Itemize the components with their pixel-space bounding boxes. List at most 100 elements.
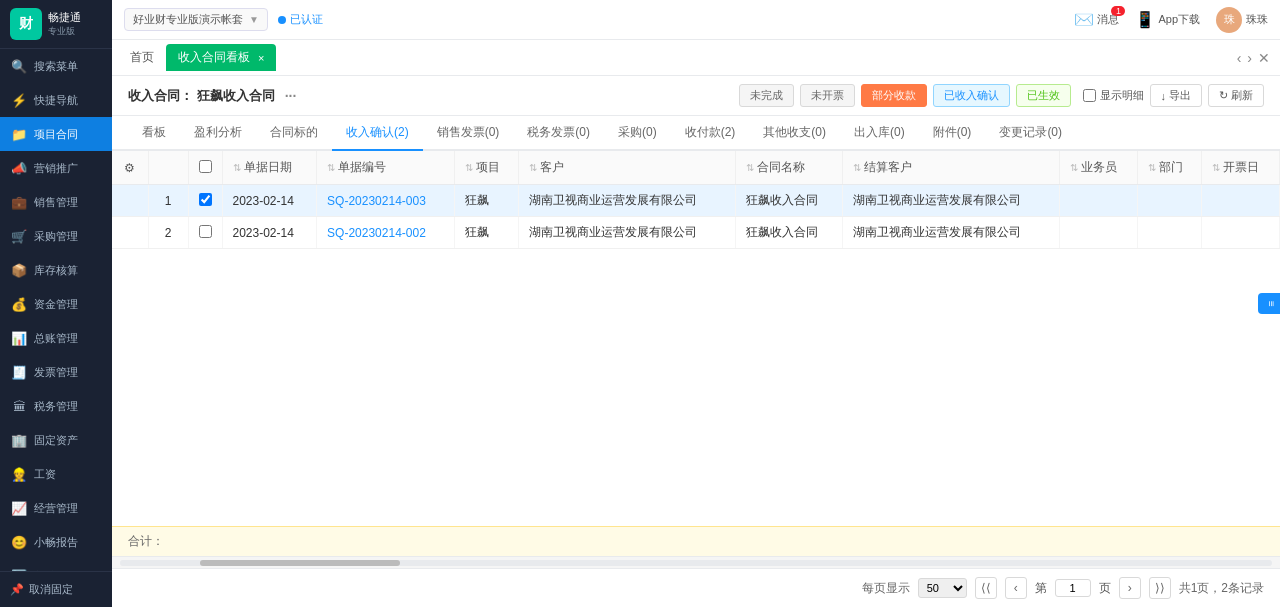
refresh-btn[interactable]: ↻ 刷新 <box>1208 84 1264 107</box>
settings-gear-icon[interactable]: ⚙ <box>122 161 138 175</box>
sidebar-item-9[interactable]: 🧾发票管理 <box>0 355 112 389</box>
status-btn-weiwancheng[interactable]: 未完成 <box>739 84 794 107</box>
sidebar-item-4[interactable]: 💼销售管理 <box>0 185 112 219</box>
page-input[interactable] <box>1055 579 1091 597</box>
more-btn[interactable]: ··· <box>285 88 297 104</box>
th-contract[interactable]: ⇅合同名称 <box>735 151 842 185</box>
tab-close-all-btn[interactable]: ✕ <box>1258 50 1270 66</box>
sidebar-item-14[interactable]: 😊小畅报告 <box>0 525 112 559</box>
sidebar-item-2[interactable]: 📁 项目合同 <box>0 117 112 151</box>
subtab-9[interactable]: 出入库(0) <box>840 116 919 151</box>
sidebar-item-7[interactable]: 💰资金管理 <box>0 287 112 321</box>
prev-page-btn[interactable]: ‹ <box>1005 577 1027 599</box>
row-number-1[interactable]: SQ-20230214-002 <box>317 217 454 249</box>
sidebar-item-label-11: 固定资产 <box>34 433 78 448</box>
sidebar-item-0[interactable]: 🔍搜索菜单 <box>0 49 112 83</box>
status-btn-weikpiao[interactable]: 未开票 <box>800 84 855 107</box>
footer-label: 合计： <box>128 533 164 550</box>
subtab-8[interactable]: 其他收支(0) <box>749 116 840 151</box>
show-detail-toggle[interactable]: 显示明细 <box>1083 88 1144 103</box>
sidebar-item-13[interactable]: 📈经营管理 <box>0 491 112 525</box>
status-btn-bufen-shoukuan[interactable]: 部分收款 <box>861 84 927 107</box>
row-contract-0: 狂飙收入合同 <box>735 185 842 217</box>
message-action[interactable]: ✉️ 消息 1 <box>1074 10 1119 29</box>
message-badge: 1 <box>1111 6 1125 16</box>
tab-prev-btn[interactable]: ‹ <box>1237 50 1242 66</box>
row-number-0[interactable]: SQ-20230214-003 <box>317 185 454 217</box>
status-btn-yishengxiao[interactable]: 已生效 <box>1016 84 1071 107</box>
active-tab[interactable]: 收入合同看板 × <box>166 44 276 71</box>
refresh-icon: ↻ <box>1219 89 1228 102</box>
subtab-5[interactable]: 税务发票(0) <box>513 116 604 151</box>
sidebar-item-5[interactable]: 🛒采购管理 <box>0 219 112 253</box>
sidebar-item-icon-2: 📁 <box>10 125 28 143</box>
page-title-prefix: 收入合同： <box>128 88 193 103</box>
user-avatar: 珠 <box>1216 7 1242 33</box>
row-number-link-0[interactable]: SQ-20230214-003 <box>327 194 426 208</box>
table-row[interactable]: 1 2023-02-14 SQ-20230214-003 狂飙 湖南卫视商业运营… <box>112 185 1280 217</box>
subtab-2[interactable]: 合同标的 <box>256 116 332 151</box>
row-checkbox-1[interactable] <box>188 217 222 249</box>
app-download-label: App下载 <box>1158 12 1200 27</box>
last-page-btn[interactable]: ⟩⟩ <box>1149 577 1171 599</box>
show-detail-checkbox[interactable] <box>1083 89 1096 102</box>
th-project[interactable]: ⇅项目 <box>454 151 518 185</box>
sidebar-item-label-1: 快捷导航 <box>34 93 78 108</box>
th-salesperson[interactable]: ⇅业务员 <box>1059 151 1137 185</box>
select-all-checkbox[interactable] <box>199 160 212 173</box>
sidebar-item-1[interactable]: ⚡快捷导航 <box>0 83 112 117</box>
sidebar-item-8[interactable]: 📊总账管理 <box>0 321 112 355</box>
subtab-11[interactable]: 变更记录(0) <box>985 116 1076 151</box>
sidebar-footer-item[interactable]: 📌 取消固定 <box>10 578 102 601</box>
subtab-1[interactable]: 盈利分析 <box>180 116 256 151</box>
th-checkbox[interactable] <box>188 151 222 185</box>
table-row[interactable]: 2 2023-02-14 SQ-20230214-002 狂飙 湖南卫视商业运营… <box>112 217 1280 249</box>
right-panel-icon[interactable]: ≡ <box>1258 293 1280 315</box>
company-select[interactable]: 好业财专业版演示帐套 ▼ <box>124 8 268 31</box>
page-label: 第 <box>1035 580 1047 597</box>
sidebar-footer[interactable]: 📌 取消固定 <box>0 571 112 607</box>
row-department-1 <box>1137 217 1201 249</box>
row-checkbox-0[interactable] <box>188 185 222 217</box>
row-number-link-1[interactable]: SQ-20230214-002 <box>327 226 426 240</box>
first-page-btn[interactable]: ⟨⟨ <box>975 577 997 599</box>
sidebar-item-11[interactable]: 🏢固定资产 <box>0 423 112 457</box>
home-tab[interactable]: 首页 <box>122 49 162 66</box>
sidebar-item-label-2: 项目合同 <box>34 127 78 142</box>
subtab-3[interactable]: 收入确认(2) <box>332 116 423 151</box>
subtab-0[interactable]: 看板 <box>128 116 180 151</box>
app-download-action[interactable]: 📱 App下载 <box>1135 10 1200 29</box>
subtab-6[interactable]: 采购(0) <box>604 116 671 151</box>
th-bill-date[interactable]: ⇅开票日 <box>1201 151 1279 185</box>
horizontal-scrollbar[interactable] <box>112 556 1280 568</box>
sidebar-footer-label: 取消固定 <box>29 582 73 597</box>
export-btn[interactable]: ↓ 导出 <box>1150 84 1203 107</box>
sidebar-item-6[interactable]: 📦库存核算 <box>0 253 112 287</box>
sidebar-item-3[interactable]: 📣营销推广 <box>0 151 112 185</box>
user-menu[interactable]: 珠 珠珠 <box>1216 7 1268 33</box>
sidebar-item-10[interactable]: 🏛税务管理 <box>0 389 112 423</box>
th-number[interactable]: ⇅单据编号 <box>317 151 454 185</box>
th-index <box>148 151 188 185</box>
subtab-7[interactable]: 收付款(2) <box>671 116 750 151</box>
tab-next-btn[interactable]: › <box>1247 50 1252 66</box>
th-date[interactable]: ⇅单据日期 <box>222 151 317 185</box>
tab-close-btn[interactable]: × <box>258 52 264 64</box>
th-department[interactable]: ⇅部门 <box>1137 151 1201 185</box>
subtab-10[interactable]: 附件(0) <box>919 116 986 151</box>
th-end-customer[interactable]: ⇅结算客户 <box>842 151 1059 185</box>
page-status-buttons: 未完成 未开票 部分收款 已收入确认 已生效 <box>739 84 1071 107</box>
sidebar-item-label-14: 小畅报告 <box>34 535 78 550</box>
th-settings[interactable]: ⚙ <box>112 151 148 185</box>
subtab-4[interactable]: 销售发票(0) <box>423 116 514 151</box>
scrollbar-thumb[interactable] <box>200 560 400 566</box>
per-page-select[interactable]: 50 100 <box>918 578 967 598</box>
app-edition: 专业版 <box>48 25 81 38</box>
row-date-0: 2023-02-14 <box>222 185 317 217</box>
sidebar-item-icon-12: 👷 <box>10 465 28 483</box>
next-page-btn[interactable]: › <box>1119 577 1141 599</box>
sidebar-item-15[interactable]: ℹ️基础信息 <box>0 559 112 571</box>
status-btn-shouru-queren[interactable]: 已收入确认 <box>933 84 1010 107</box>
sidebar-item-12[interactable]: 👷工资 <box>0 457 112 491</box>
th-customer[interactable]: ⇅客户 <box>518 151 735 185</box>
